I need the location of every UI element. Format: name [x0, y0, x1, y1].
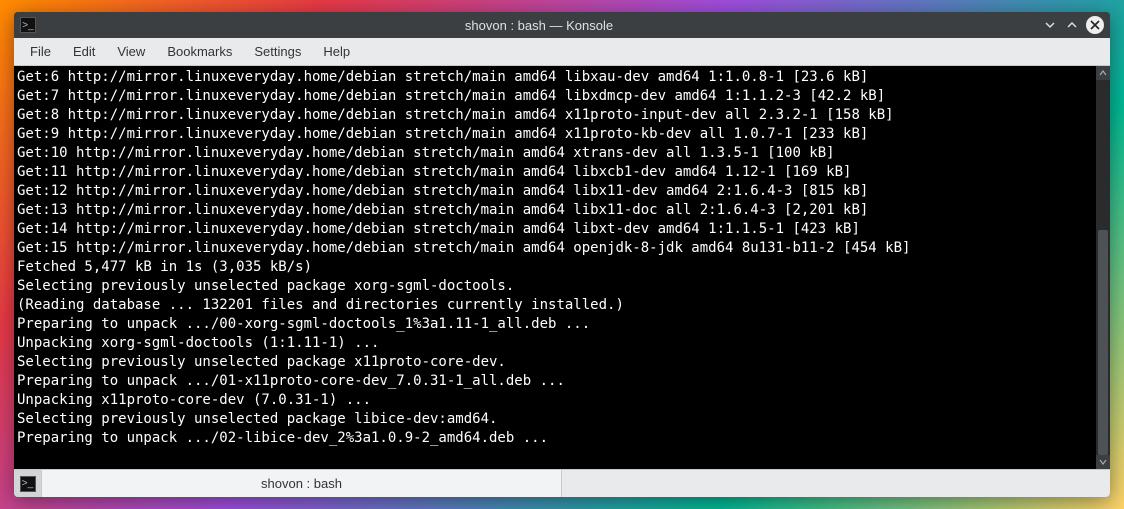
scrollbar[interactable]: [1096, 66, 1110, 469]
terminal-line: Preparing to unpack .../01-x11proto-core…: [17, 372, 1093, 391]
terminal-line: Get:10 http://mirror.linuxeveryday.home/…: [17, 144, 1093, 163]
tab-label: shovon : bash: [261, 476, 342, 491]
terminal-line: Fetched 5,477 kB in 1s (3,035 kB/s): [17, 258, 1093, 277]
terminal-line: Get:11 http://mirror.linuxeveryday.home/…: [17, 163, 1093, 182]
terminal-line: Preparing to unpack .../00-xorg-sgml-doc…: [17, 315, 1093, 334]
window-title: shovon : bash — Konsole: [36, 18, 1042, 33]
terminal-line: Get:13 http://mirror.linuxeveryday.home/…: [17, 201, 1093, 220]
scrollbar-thumb[interactable]: [1098, 230, 1108, 455]
terminal-line: Unpacking x11proto-core-dev (7.0.31-1) .…: [17, 391, 1093, 410]
terminal-line: Get:7 http://mirror.linuxeveryday.home/d…: [17, 87, 1093, 106]
terminal-wrapper: Get:6 http://mirror.linuxeveryday.home/d…: [14, 66, 1110, 469]
minimize-button[interactable]: [1042, 17, 1058, 33]
scroll-down-icon[interactable]: [1096, 455, 1110, 469]
scrollbar-track[interactable]: [1096, 80, 1110, 455]
new-tab-button[interactable]: >_: [14, 470, 42, 497]
terminal-line: Get:6 http://mirror.linuxeveryday.home/d…: [17, 68, 1093, 87]
menu-view[interactable]: View: [107, 42, 155, 61]
konsole-window: >_ shovon : bash — Konsole File Edit Vie…: [14, 12, 1110, 497]
terminal-line: Preparing to unpack .../02-libice-dev_2%…: [17, 429, 1093, 448]
terminal-line: Selecting previously unselected package …: [17, 277, 1093, 296]
menu-bookmarks[interactable]: Bookmarks: [157, 42, 242, 61]
menu-edit[interactable]: Edit: [63, 42, 105, 61]
terminal-line: Get:12 http://mirror.linuxeveryday.home/…: [17, 182, 1093, 201]
maximize-button[interactable]: [1064, 17, 1080, 33]
terminal-line: Get:8 http://mirror.linuxeveryday.home/d…: [17, 106, 1093, 125]
menu-bar: File Edit View Bookmarks Settings Help: [14, 38, 1110, 66]
close-button[interactable]: [1086, 16, 1104, 34]
menu-help[interactable]: Help: [313, 42, 360, 61]
terminal-icon: >_: [20, 476, 36, 492]
terminal-line: Unpacking xorg-sgml-doctools (1:1.11-1) …: [17, 334, 1093, 353]
terminal-line: Get:9 http://mirror.linuxeveryday.home/d…: [17, 125, 1093, 144]
title-bar[interactable]: >_ shovon : bash — Konsole: [14, 12, 1110, 38]
menu-settings[interactable]: Settings: [244, 42, 311, 61]
tab-active[interactable]: shovon : bash: [42, 470, 562, 497]
terminal-line: Selecting previously unselected package …: [17, 353, 1093, 372]
scroll-up-icon[interactable]: [1096, 66, 1110, 80]
tab-bar: >_ shovon : bash: [14, 469, 1110, 497]
app-icon: >_: [20, 17, 36, 33]
terminal-output[interactable]: Get:6 http://mirror.linuxeveryday.home/d…: [14, 66, 1096, 469]
terminal-line: Selecting previously unselected package …: [17, 410, 1093, 429]
menu-file[interactable]: File: [20, 42, 61, 61]
terminal-line: Get:14 http://mirror.linuxeveryday.home/…: [17, 220, 1093, 239]
window-controls: [1042, 16, 1104, 34]
terminal-line: Get:15 http://mirror.linuxeveryday.home/…: [17, 239, 1093, 258]
terminal-line: (Reading database ... 132201 files and d…: [17, 296, 1093, 315]
